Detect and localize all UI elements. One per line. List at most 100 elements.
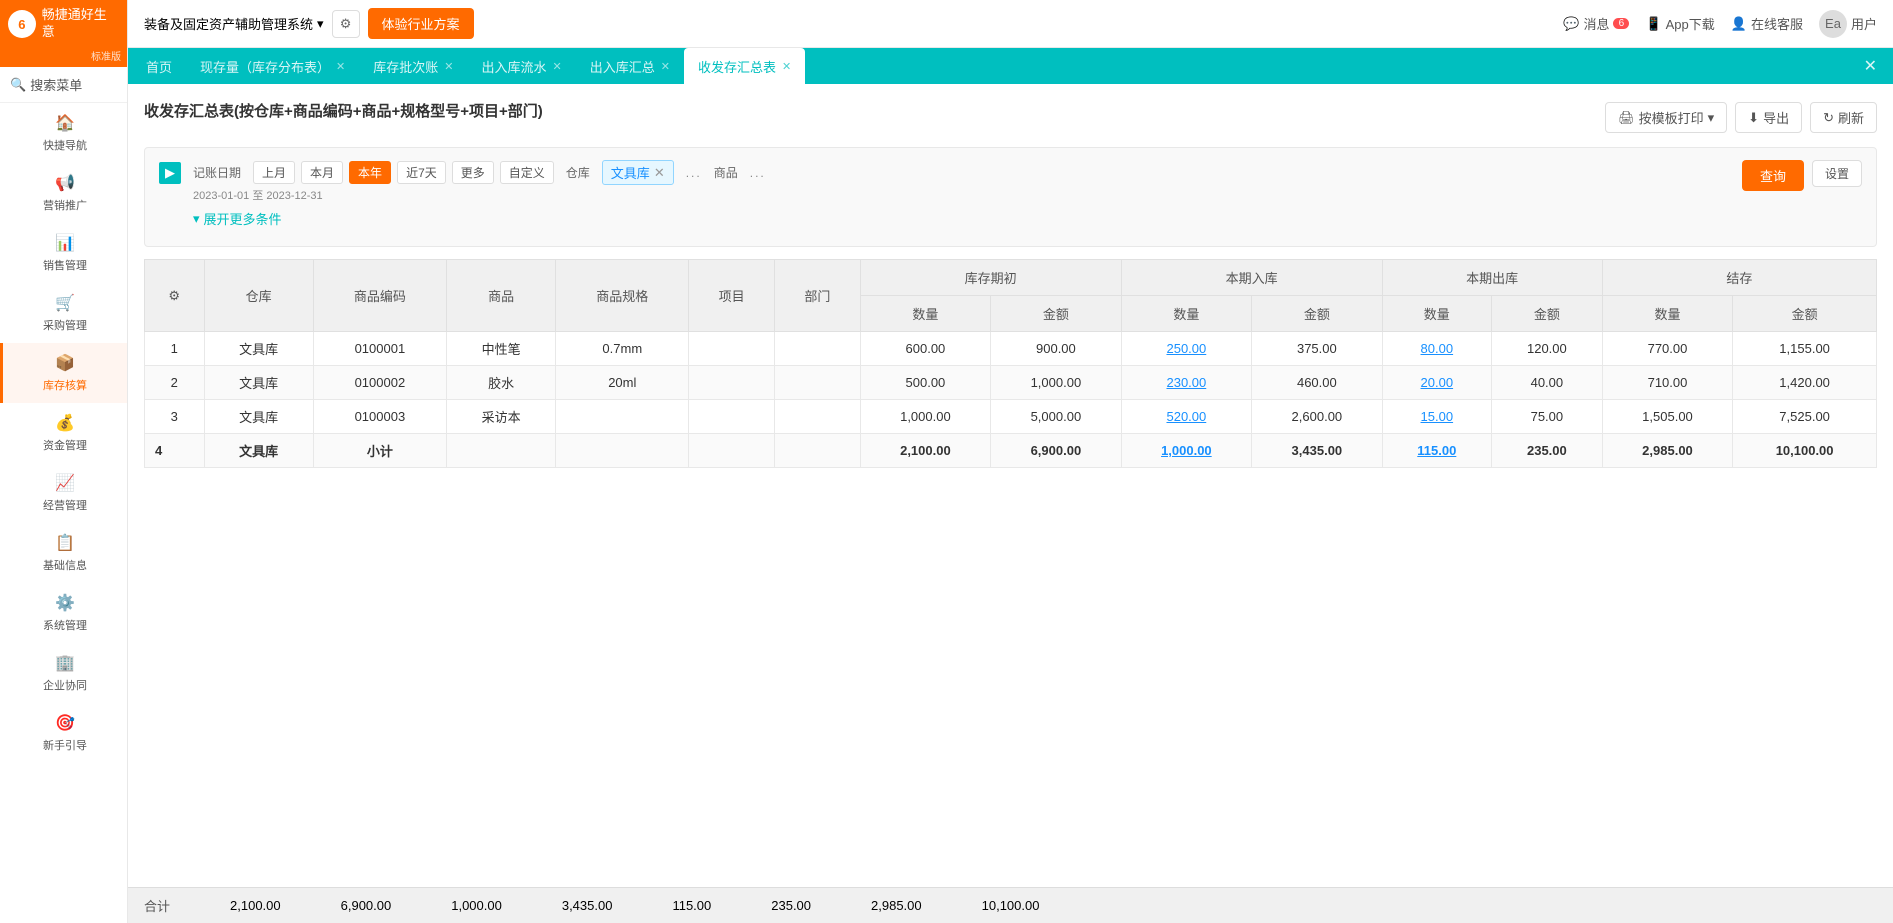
export-icon: ⬇ xyxy=(1748,110,1759,126)
sidebar-item-marketing-label: 营销推广 xyxy=(43,197,87,213)
sidebar-item-quick-nav[interactable]: 🏠 快捷导航 xyxy=(0,103,127,163)
tab-batch-close-icon[interactable]: ✕ xyxy=(444,60,453,73)
warehouse-filter-label: 仓库 xyxy=(566,164,590,181)
tab-inout-flow[interactable]: 出入库流水 ✕ xyxy=(467,48,575,84)
sidebar-item-system[interactable]: ⚙️ 系统管理 xyxy=(0,583,127,643)
gear-icon: ⚙ xyxy=(340,16,352,32)
total-label: 合计 xyxy=(144,896,170,915)
subtotal-warehouse: 文具库 xyxy=(204,434,313,468)
row2-code: 0100002 xyxy=(313,366,446,400)
app-logo: 6 畅捷通好生意 xyxy=(0,0,127,48)
expand-label: 展开更多条件 xyxy=(204,209,282,228)
sidebar-item-quick-nav-label: 快捷导航 xyxy=(43,137,87,153)
th-opening: 库存期初 xyxy=(860,260,1121,296)
row3-seq: 3 xyxy=(145,400,205,434)
row1-out-qty[interactable]: 80.00 xyxy=(1382,332,1491,366)
date-btn-this-month[interactable]: 本月 xyxy=(301,161,343,184)
tab-inventory-dist[interactable]: 现存量（库存分布表） ✕ xyxy=(186,48,359,84)
sidebar-item-operations[interactable]: 📈 经营管理 xyxy=(0,463,127,523)
tab-inventory-dist-close-icon[interactable]: ✕ xyxy=(336,60,345,73)
tab-inventory-dist-label: 现存量（库存分布表） xyxy=(200,57,330,76)
online-service-label: 在线客服 xyxy=(1751,14,1803,33)
sidebar-item-purchase[interactable]: 🛒 采购管理 xyxy=(0,283,127,343)
warehouse-more-dots[interactable]: ... xyxy=(686,166,702,180)
tab-receive-send-label: 收发存汇总表 xyxy=(698,57,776,76)
row3-code: 0100003 xyxy=(313,400,446,434)
filter-main: 记账日期 上月 本月 本年 近7天 更多 自定义 仓库 文具库 ✕ ... xyxy=(193,160,1730,234)
query-button[interactable]: 查询 xyxy=(1742,160,1804,191)
row1-in-qty[interactable]: 250.00 xyxy=(1121,332,1251,366)
sidebar-item-basic-info[interactable]: 📋 基础信息 xyxy=(0,523,127,583)
search-menu[interactable]: 🔍 搜索菜单 xyxy=(0,67,127,103)
logo-icon: 6 xyxy=(8,10,36,38)
basic-info-icon: 📋 xyxy=(55,533,75,553)
trial-button[interactable]: 体验行业方案 xyxy=(368,8,474,39)
online-service-action[interactable]: 👤 在线客服 xyxy=(1731,14,1803,33)
export-button[interactable]: ⬇ 导出 xyxy=(1735,102,1802,133)
filter-settings-button[interactable]: 设置 xyxy=(1812,160,1862,187)
total-in-qty-item: 1,000.00 xyxy=(451,898,502,913)
tab-inout-summary[interactable]: 出入库汇总 ✕ xyxy=(576,48,684,84)
tab-batch[interactable]: 库存批次账 ✕ xyxy=(359,48,467,84)
sidebar-item-sales-label: 销售管理 xyxy=(43,257,87,273)
row1-warehouse: 文具库 xyxy=(204,332,313,366)
date-btn-this-year[interactable]: 本年 xyxy=(349,161,391,184)
subtotal-open-amt: 6,900.00 xyxy=(991,434,1121,468)
filter-toggle-button[interactable]: ▶ xyxy=(159,162,181,184)
sidebar-item-marketing[interactable]: 📢 营销推广 xyxy=(0,163,127,223)
date-btn-custom[interactable]: 自定义 xyxy=(500,161,554,184)
product-more-dots[interactable]: ... xyxy=(750,166,766,180)
row1-bal-amt: 1,155.00 xyxy=(1733,332,1877,366)
user-action[interactable]: Ea 用户 xyxy=(1819,10,1877,38)
message-badge: 6 xyxy=(1613,18,1629,29)
sidebar-item-inventory[interactable]: 📦 库存核算 xyxy=(0,343,127,403)
sidebar-item-sales[interactable]: 📊 销售管理 xyxy=(0,223,127,283)
subtotal-in-qty[interactable]: 1,000.00 xyxy=(1121,434,1251,468)
sidebar-item-finance[interactable]: 💰 资金管理 xyxy=(0,403,127,463)
sidebar-item-inventory-label: 库存核算 xyxy=(43,377,87,393)
tab-receive-send-close-icon[interactable]: ✕ xyxy=(782,60,791,73)
row3-in-qty[interactable]: 520.00 xyxy=(1121,400,1251,434)
top-header: 装备及固定资产辅助管理系统 ▾ ⚙ 体验行业方案 💬 消息 6 📱 App下载 … xyxy=(128,0,1893,48)
sidebar-item-guide[interactable]: 🎯 新手引导 xyxy=(0,703,127,763)
subtotal-out-qty[interactable]: 115.00 xyxy=(1382,434,1491,468)
settings-gear-button[interactable]: ⚙ xyxy=(332,10,360,38)
phone-icon: 📱 xyxy=(1645,16,1661,32)
sidebar-item-enterprise[interactable]: 🏢 企业协同 xyxy=(0,643,127,703)
refresh-button[interactable]: ↻ 刷新 xyxy=(1810,102,1877,133)
th-settings[interactable]: ⚙ xyxy=(145,260,205,332)
row3-open-qty: 1,000.00 xyxy=(860,400,990,434)
message-action[interactable]: 💬 消息 6 xyxy=(1563,14,1629,33)
total-in-amt-item: 3,435.00 xyxy=(562,898,613,913)
page-title: 收发存汇总表(按仓库+商品编码+商品+规格型号+项目+部门) xyxy=(144,100,543,121)
row2-in-qty[interactable]: 230.00 xyxy=(1121,366,1251,400)
row1-open-amt: 900.00 xyxy=(991,332,1121,366)
app-download-action[interactable]: 📱 App下载 xyxy=(1645,14,1714,33)
expand-more-btn[interactable]: ▾ 展开更多条件 xyxy=(193,203,1730,234)
date-filter-label: 记账日期 xyxy=(193,164,241,181)
tab-receive-send[interactable]: 收发存汇总表 ✕ xyxy=(684,48,805,84)
tab-inout-summary-close-icon[interactable]: ✕ xyxy=(661,60,670,73)
system-title-dropdown[interactable]: 装备及固定资产辅助管理系统 ▾ xyxy=(144,14,324,33)
date-btn-7days[interactable]: 近7天 xyxy=(397,161,446,184)
search-icon: 🔍 xyxy=(10,77,26,93)
tab-home[interactable]: 首页 xyxy=(132,48,186,84)
warehouse-tag-close-icon[interactable]: ✕ xyxy=(654,165,665,181)
print-dropdown-icon: ▾ xyxy=(1708,110,1715,126)
subtotal-bal-amt: 10,100.00 xyxy=(1733,434,1877,468)
tab-inout-flow-close-icon[interactable]: ✕ xyxy=(553,60,562,73)
tabs-close-all-button[interactable]: ✕ xyxy=(1852,56,1889,76)
total-open-qty-value: 2,100.00 xyxy=(230,898,281,913)
row3-out-qty[interactable]: 15.00 xyxy=(1382,400,1491,434)
filter-bar: ▶ 记账日期 上月 本月 本年 近7天 更多 自定义 仓库 文具库 xyxy=(144,147,1877,247)
row2-bal-amt: 1,420.00 xyxy=(1733,366,1877,400)
message-label: 消息 xyxy=(1583,14,1609,33)
print-button[interactable]: 🖨 按模板打印 ▾ xyxy=(1605,102,1727,133)
row2-project xyxy=(689,366,775,400)
finance-icon: 💰 xyxy=(55,413,75,433)
date-btn-more[interactable]: 更多 xyxy=(452,161,494,184)
subtotal-bal-qty: 2,985.00 xyxy=(1602,434,1732,468)
date-btn-last-month[interactable]: 上月 xyxy=(253,161,295,184)
row1-open-qty: 600.00 xyxy=(860,332,990,366)
row2-out-qty[interactable]: 20.00 xyxy=(1382,366,1491,400)
